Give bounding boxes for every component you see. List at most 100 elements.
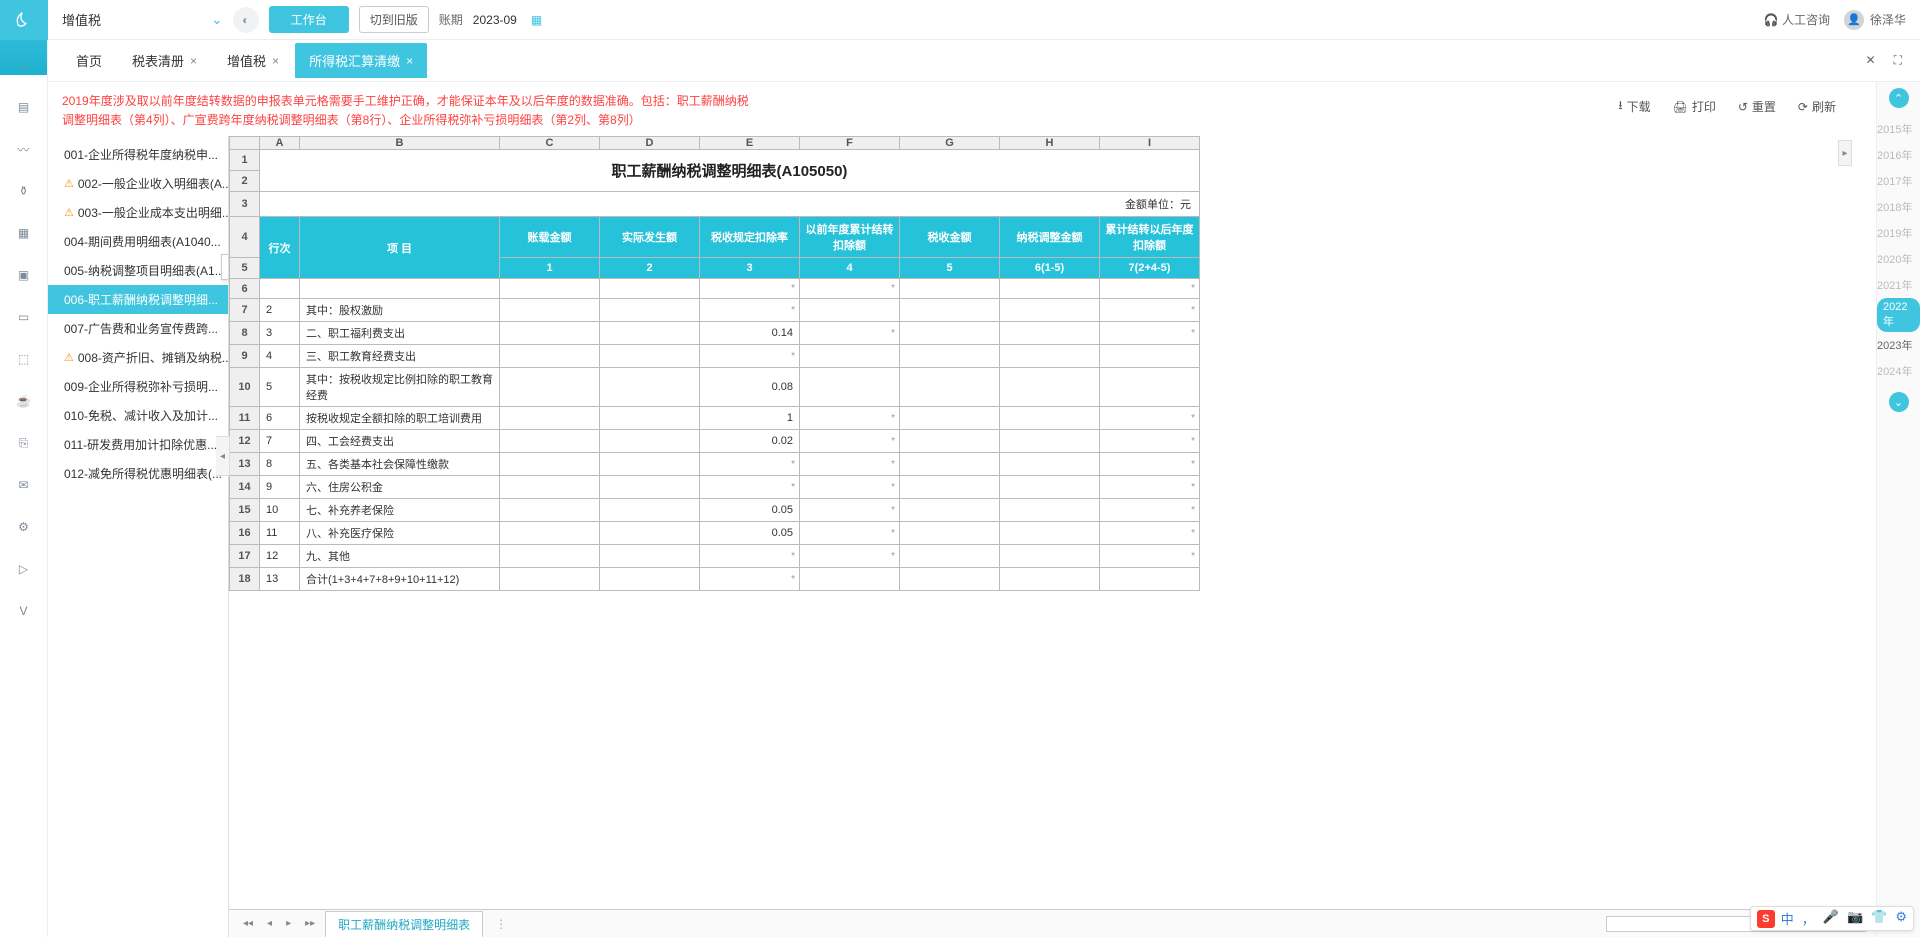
- item-cell[interactable]: 其中：股权激励: [300, 299, 500, 322]
- data-cell[interactable]: [900, 476, 1000, 499]
- data-cell[interactable]: [500, 476, 600, 499]
- data-cell[interactable]: *: [700, 568, 800, 591]
- switch-old-button[interactable]: 切到旧版: [359, 6, 429, 33]
- calendar-icon[interactable]: ▦: [531, 13, 542, 27]
- data-cell[interactable]: [500, 368, 600, 407]
- data-cell[interactable]: [1100, 345, 1200, 368]
- row-header[interactable]: 18: [230, 568, 260, 591]
- item-cell[interactable]: 八、补充医疗保险: [300, 522, 500, 545]
- data-cell[interactable]: [1000, 453, 1100, 476]
- data-cell[interactable]: 9: [260, 476, 300, 499]
- data-cell[interactable]: [1000, 499, 1100, 522]
- ime-item[interactable]: 👕: [1871, 909, 1887, 928]
- data-cell[interactable]: [900, 279, 1000, 299]
- col-header[interactable]: H: [1000, 137, 1100, 150]
- row-header[interactable]: 14: [230, 476, 260, 499]
- corner-cell[interactable]: [230, 137, 260, 150]
- collapse-nav-handle[interactable]: ◂: [216, 436, 230, 476]
- data-cell[interactable]: 7: [260, 430, 300, 453]
- sheet-nav-next[interactable]: ▸: [282, 918, 295, 929]
- app-logo[interactable]: [0, 0, 48, 40]
- row-header[interactable]: 16: [230, 522, 260, 545]
- row-header[interactable]: 7: [230, 299, 260, 322]
- data-cell[interactable]: [500, 322, 600, 345]
- data-cell[interactable]: 6: [260, 407, 300, 430]
- data-cell[interactable]: 0.08: [700, 368, 800, 407]
- data-cell[interactable]: [900, 368, 1000, 407]
- data-cell[interactable]: *: [800, 522, 900, 545]
- data-cell[interactable]: *: [700, 545, 800, 568]
- row-header[interactable]: 4: [230, 217, 260, 258]
- data-cell[interactable]: *: [800, 453, 900, 476]
- sheet-nav-last[interactable]: ▸▸: [301, 918, 319, 929]
- rail-icon-5[interactable]: ▣: [14, 265, 34, 285]
- item-cell[interactable]: 合计(1+3+4+7+8+9+10+11+12): [300, 568, 500, 591]
- data-cell[interactable]: *: [1100, 522, 1200, 545]
- data-cell[interactable]: *: [1100, 545, 1200, 568]
- refresh-button[interactable]: ⟳ 刷新: [1798, 96, 1836, 117]
- row-header[interactable]: 2: [230, 171, 260, 192]
- print-button[interactable]: 🖨 打印: [1673, 96, 1716, 117]
- data-cell[interactable]: [600, 345, 700, 368]
- data-cell[interactable]: [1000, 522, 1100, 545]
- col-header[interactable]: G: [900, 137, 1000, 150]
- nav-item[interactable]: 009-企业所得税弥补亏损明...: [48, 372, 228, 401]
- data-cell[interactable]: *: [1100, 453, 1200, 476]
- data-cell[interactable]: [900, 299, 1000, 322]
- nav-item[interactable]: 006-职工薪酬纳税调整明细...: [48, 285, 228, 314]
- nav-item[interactable]: 007-广告费和业务宣传费跨...: [48, 314, 228, 343]
- data-cell[interactable]: [900, 453, 1000, 476]
- data-cell[interactable]: [900, 499, 1000, 522]
- data-cell[interactable]: [600, 568, 700, 591]
- close-tab-button[interactable]: ✕: [1862, 51, 1880, 70]
- data-cell[interactable]: [600, 407, 700, 430]
- row-header[interactable]: 6: [230, 279, 260, 299]
- close-icon[interactable]: ×: [406, 54, 413, 68]
- tab-增值税[interactable]: 增值税×: [213, 43, 293, 78]
- data-cell[interactable]: [1100, 568, 1200, 591]
- sheet-scroll-area[interactable]: ABCDEFGHI1职工薪酬纳税调整明细表(A105050)23金额单位：元4行…: [229, 136, 1876, 909]
- col-header[interactable]: I: [1100, 137, 1200, 150]
- rail-icon-8[interactable]: ☕: [14, 391, 34, 411]
- rail-icon-0[interactable]: ⌂: [14, 55, 34, 75]
- data-cell[interactable]: 0.02: [700, 430, 800, 453]
- close-icon[interactable]: ×: [190, 54, 197, 68]
- row-header[interactable]: 9: [230, 345, 260, 368]
- data-cell[interactable]: [900, 568, 1000, 591]
- data-cell[interactable]: [1000, 476, 1100, 499]
- data-cell[interactable]: 11: [260, 522, 300, 545]
- nav-item[interactable]: 004-期间费用明细表(A1040...: [48, 227, 228, 256]
- data-cell[interactable]: [600, 430, 700, 453]
- data-cell[interactable]: [600, 499, 700, 522]
- ime-item[interactable]: ，: [1802, 909, 1815, 928]
- data-cell[interactable]: *: [700, 476, 800, 499]
- data-cell[interactable]: [1000, 322, 1100, 345]
- data-cell[interactable]: [900, 545, 1000, 568]
- rail-icon-10[interactable]: ✉: [14, 475, 34, 495]
- data-cell[interactable]: *: [1100, 279, 1200, 299]
- data-cell[interactable]: [1000, 545, 1100, 568]
- data-cell[interactable]: [500, 499, 600, 522]
- year-item[interactable]: 2016年: [1877, 142, 1920, 168]
- data-cell[interactable]: [600, 279, 700, 299]
- data-cell[interactable]: *: [1100, 407, 1200, 430]
- expand-button[interactable]: ⛶: [1890, 51, 1906, 70]
- col-header[interactable]: E: [700, 137, 800, 150]
- item-cell[interactable]: 其中：按税收规定比例扣除的职工教育经费: [300, 368, 500, 407]
- year-item[interactable]: 2017年: [1877, 168, 1920, 194]
- data-cell[interactable]: [600, 299, 700, 322]
- data-cell[interactable]: 3: [260, 322, 300, 345]
- rail-icon-1[interactable]: ▤: [14, 97, 34, 117]
- item-cell[interactable]: 三、职工教育经费支出: [300, 345, 500, 368]
- row-header[interactable]: 5: [230, 258, 260, 279]
- item-cell[interactable]: [300, 279, 500, 299]
- tab-首页[interactable]: 首页: [62, 43, 116, 78]
- data-cell[interactable]: [900, 430, 1000, 453]
- year-item[interactable]: 2019年: [1877, 220, 1920, 246]
- col-header[interactable]: F: [800, 137, 900, 150]
- consult-link[interactable]: 🎧 人工咨询: [1764, 11, 1830, 28]
- data-cell[interactable]: [600, 522, 700, 545]
- data-cell[interactable]: [1000, 279, 1100, 299]
- data-cell[interactable]: 0.05: [700, 522, 800, 545]
- data-cell[interactable]: *: [800, 407, 900, 430]
